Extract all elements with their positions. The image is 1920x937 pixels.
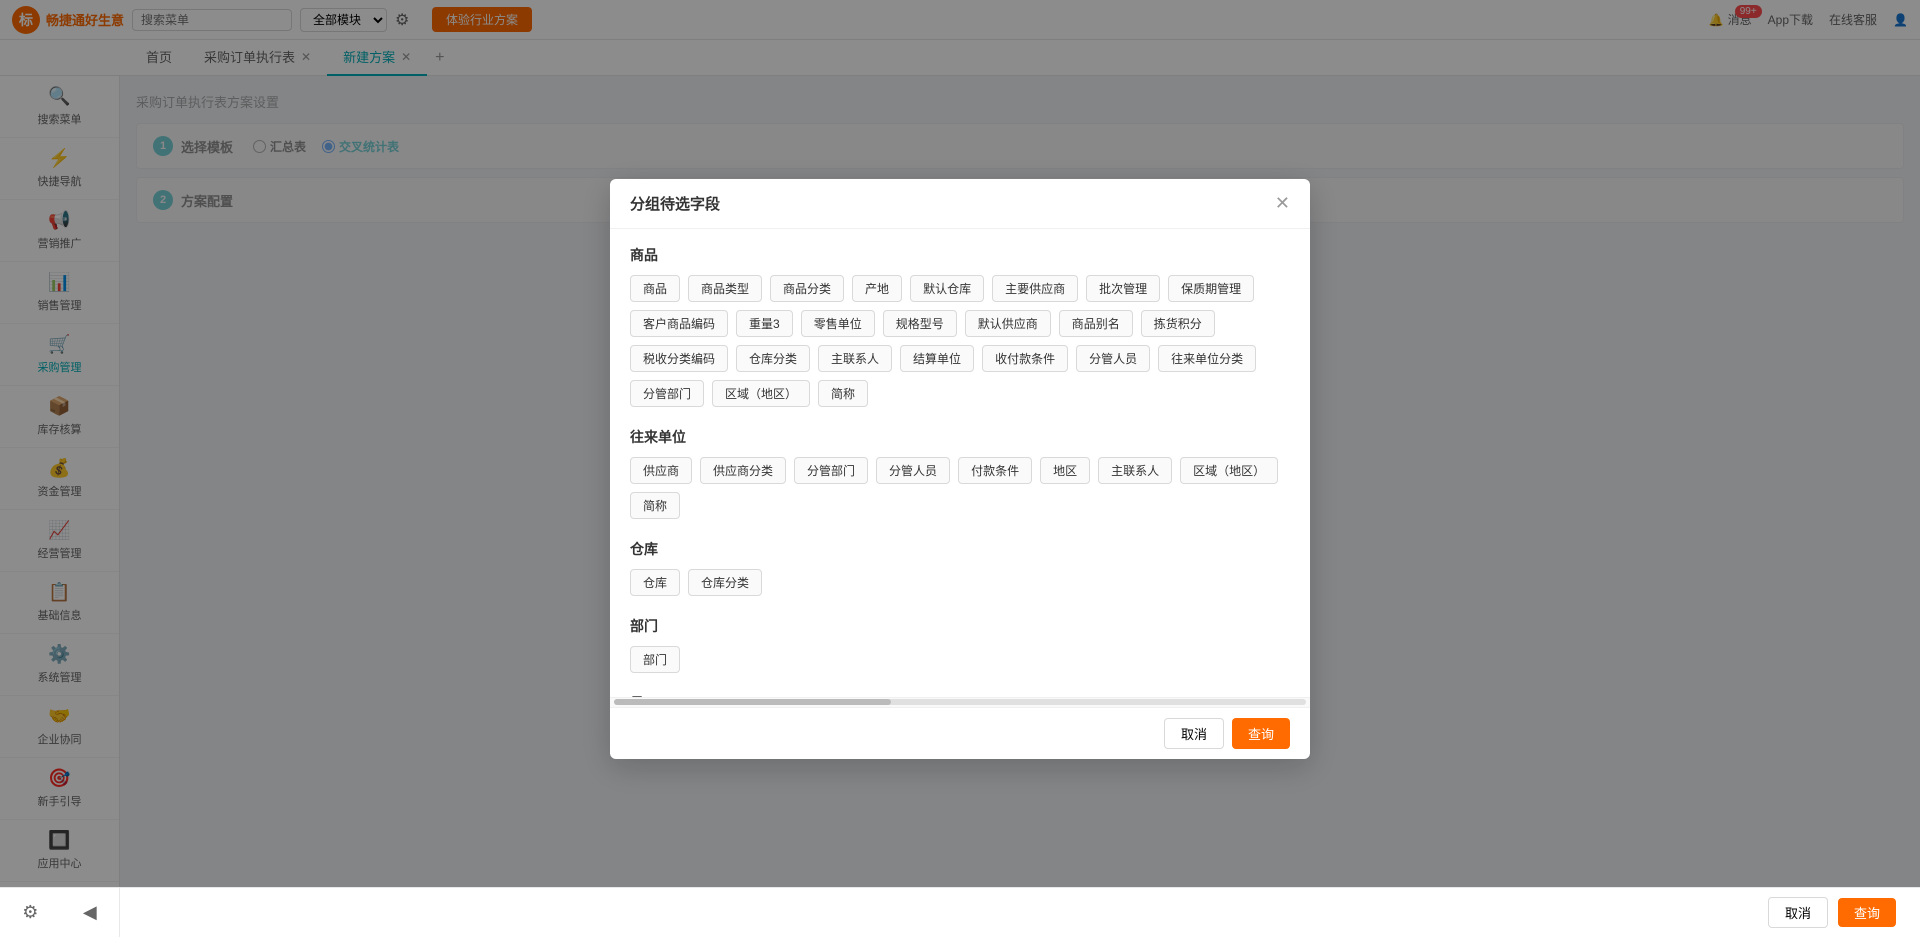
field-tag[interactable]: 分管部门 xyxy=(630,380,704,407)
field-tag[interactable]: 地区 xyxy=(1040,457,1090,484)
field-tag[interactable]: 主联系人 xyxy=(818,345,892,372)
field-tag[interactable]: 仓库分类 xyxy=(736,345,810,372)
section-partner-title: 往来单位 xyxy=(630,427,1290,447)
modal-close-button[interactable]: ✕ xyxy=(1275,193,1290,214)
warehouse-fields: 仓库 仓库分类 xyxy=(630,569,1290,596)
section-department: 部门 部门 xyxy=(630,616,1290,673)
sidebar-footer: ⚙ ◀ xyxy=(0,887,120,937)
field-tag[interactable]: 规格型号 xyxy=(883,310,957,337)
sidebar-collapse-button[interactable]: ◀ xyxy=(83,902,97,923)
page-confirm-button[interactable]: 查询 xyxy=(1838,898,1896,927)
field-tag[interactable]: 批次管理 xyxy=(1086,275,1160,302)
field-tag[interactable]: 简称 xyxy=(630,492,680,519)
modal-confirm-button[interactable]: 查询 xyxy=(1232,718,1290,749)
modal-footer: 取消 查询 xyxy=(610,707,1310,759)
field-select-modal: 分组待选字段 ✕ 商品 商品 商品类型 商品分类 产地 默认仓库 主要供应商 批… xyxy=(610,179,1310,759)
field-tag[interactable]: 收付款条件 xyxy=(982,345,1068,372)
field-tag[interactable]: 默认仓库 xyxy=(910,275,984,302)
field-tag[interactable]: 供应商分类 xyxy=(700,457,786,484)
section-warehouse: 仓库 仓库 仓库分类 xyxy=(630,539,1290,596)
modal-body: 商品 商品 商品类型 商品分类 产地 默认仓库 主要供应商 批次管理 保质期管理… xyxy=(610,229,1310,697)
field-tag[interactable]: 商品别名 xyxy=(1059,310,1133,337)
field-tag[interactable]: 拣货积分 xyxy=(1141,310,1215,337)
section-partner: 往来单位 供应商 供应商分类 分管部门 分管人员 付款条件 地区 主联系人 区域… xyxy=(630,427,1290,519)
field-tag[interactable]: 主要供应商 xyxy=(992,275,1078,302)
field-tag[interactable]: 保质期管理 xyxy=(1168,275,1254,302)
field-tag[interactable]: 区域（地区） xyxy=(712,380,810,407)
field-tag[interactable]: 仓库 xyxy=(630,569,680,596)
field-tag[interactable]: 商品 xyxy=(630,275,680,302)
field-tag[interactable]: 客户商品编码 xyxy=(630,310,728,337)
sidebar-settings-button[interactable]: ⚙ xyxy=(22,902,38,923)
field-tag[interactable]: 简称 xyxy=(818,380,868,407)
section-goods: 商品 商品 商品类型 商品分类 产地 默认仓库 主要供应商 批次管理 保质期管理… xyxy=(630,245,1290,407)
field-tag[interactable]: 分管部门 xyxy=(794,457,868,484)
field-tag[interactable]: 往来单位分类 xyxy=(1158,345,1256,372)
field-tag[interactable]: 区域（地区） xyxy=(1180,457,1278,484)
goods-fields: 商品 商品类型 商品分类 产地 默认仓库 主要供应商 批次管理 保质期管理 客户… xyxy=(630,275,1290,407)
field-tag[interactable]: 商品分类 xyxy=(770,275,844,302)
section-warehouse-title: 仓库 xyxy=(630,539,1290,559)
field-tag[interactable]: 结算单位 xyxy=(900,345,974,372)
modal-horizontal-scrollbar[interactable] xyxy=(610,697,1310,707)
partner-fields: 供应商 供应商分类 分管部门 分管人员 付款条件 地区 主联系人 区域（地区） … xyxy=(630,457,1290,519)
modal-cancel-button[interactable]: 取消 xyxy=(1164,718,1224,749)
bottom-bar: 取消 查询 xyxy=(0,887,1920,937)
field-tag[interactable]: 付款条件 xyxy=(958,457,1032,484)
field-tag[interactable]: 分管人员 xyxy=(1076,345,1150,372)
field-tag[interactable]: 产地 xyxy=(852,275,902,302)
modal-title: 分组待选字段 xyxy=(630,193,720,214)
section-goods-title: 商品 xyxy=(630,245,1290,265)
field-tag[interactable]: 重量3 xyxy=(736,310,793,337)
department-fields: 部门 xyxy=(630,646,1290,673)
field-tag[interactable]: 商品类型 xyxy=(688,275,762,302)
modal-header: 分组待选字段 ✕ xyxy=(610,179,1310,229)
field-tag[interactable]: 部门 xyxy=(630,646,680,673)
field-tag[interactable]: 主联系人 xyxy=(1098,457,1172,484)
field-tag[interactable]: 零售单位 xyxy=(801,310,875,337)
field-tag[interactable]: 税收分类编码 xyxy=(630,345,728,372)
field-tag[interactable]: 默认供应商 xyxy=(965,310,1051,337)
page-cancel-button[interactable]: 取消 xyxy=(1768,897,1828,928)
field-tag[interactable]: 分管人员 xyxy=(876,457,950,484)
field-tag[interactable]: 仓库分类 xyxy=(688,569,762,596)
section-department-title: 部门 xyxy=(630,616,1290,636)
field-tag[interactable]: 供应商 xyxy=(630,457,692,484)
